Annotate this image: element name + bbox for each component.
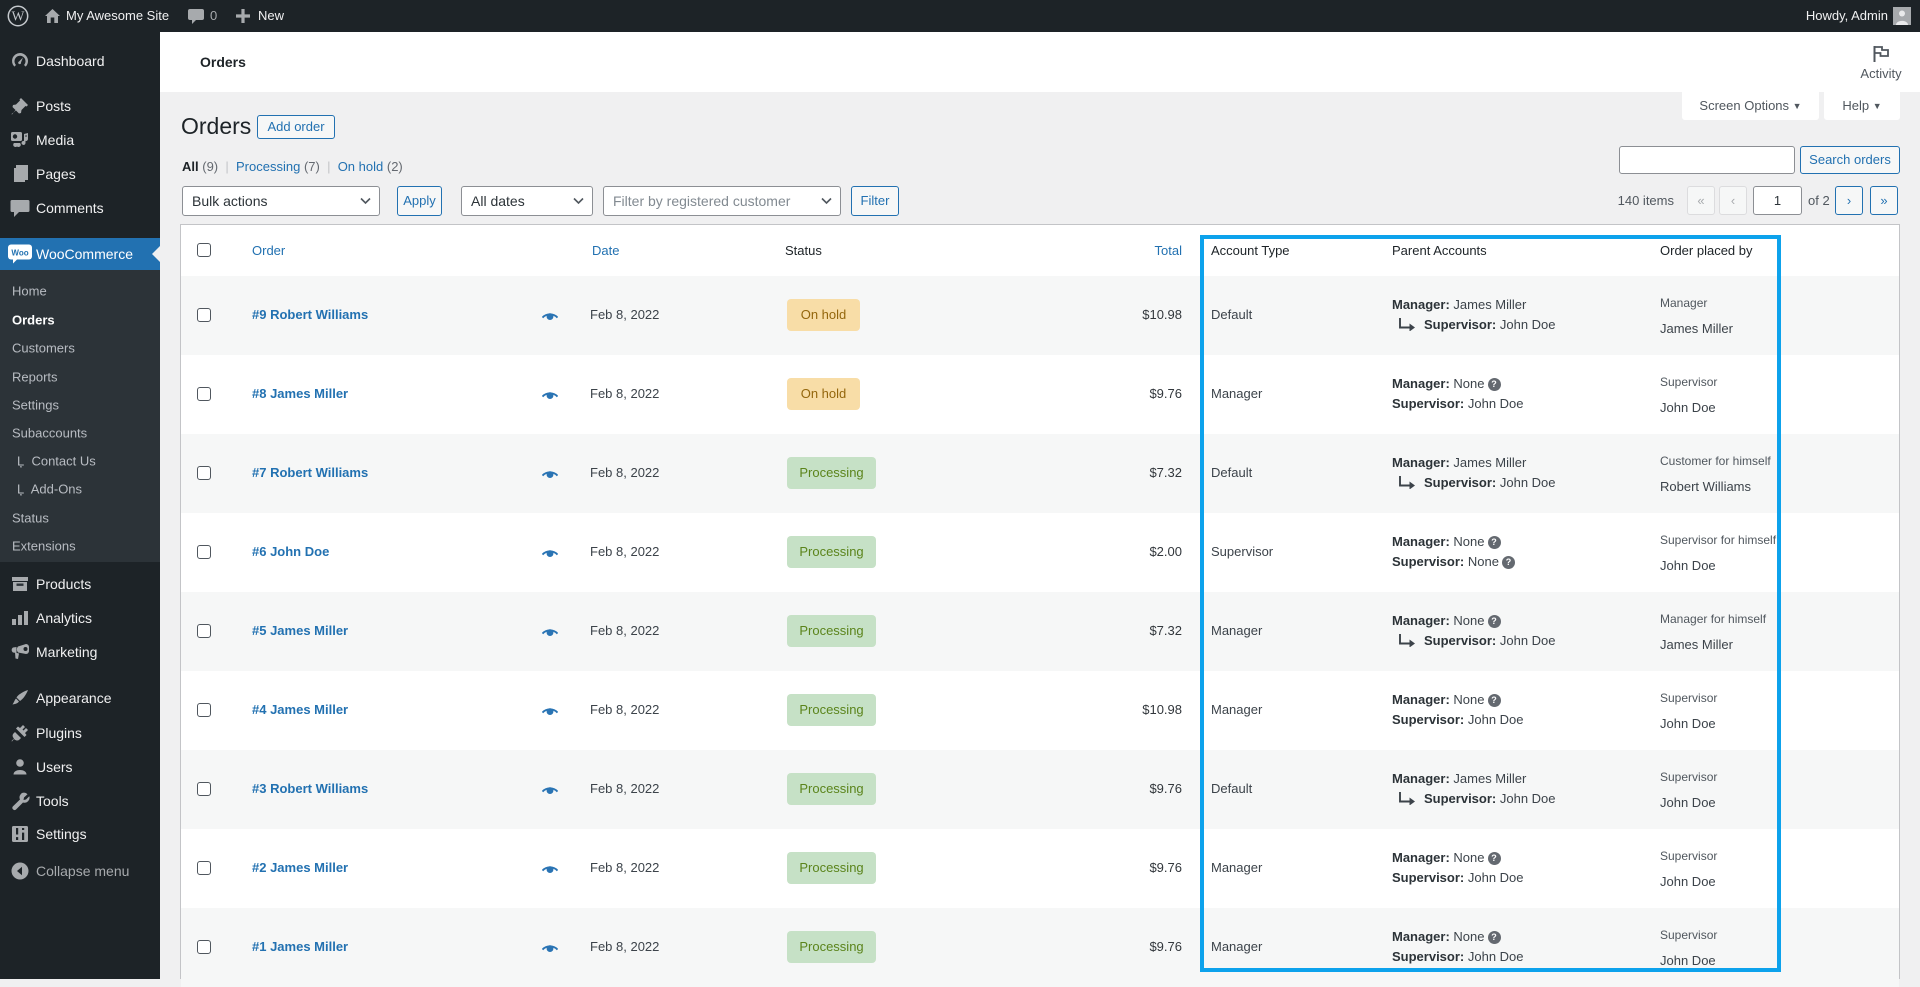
svg-text:Woo: Woo xyxy=(11,249,28,258)
svg-text:W: W xyxy=(12,9,25,24)
